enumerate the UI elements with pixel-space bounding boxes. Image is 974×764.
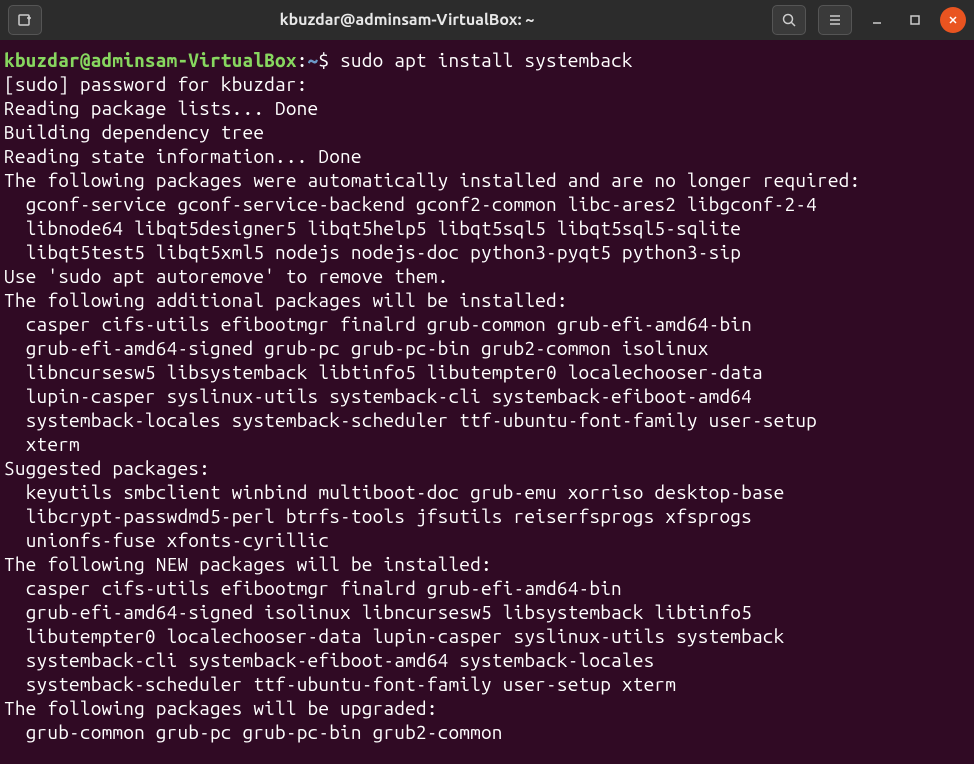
titlebar-left bbox=[8, 5, 42, 35]
window-title: kbuzdar@adminsam-VirtualBox: ~ bbox=[50, 11, 764, 29]
output-line: systemback-cli systemback-efiboot-amd64 … bbox=[4, 649, 654, 671]
minimize-button[interactable] bbox=[864, 7, 890, 33]
output-line: The following packages were automaticall… bbox=[4, 169, 860, 191]
prompt-user-host: kbuzdar@adminsam-VirtualBox bbox=[4, 49, 297, 71]
output-line: libnode64 libqt5designer5 libqt5help5 li… bbox=[4, 217, 741, 239]
output-line: libutempter0 localechooser-data lupin-ca… bbox=[4, 625, 785, 647]
new-tab-button[interactable] bbox=[8, 5, 42, 35]
maximize-button[interactable] bbox=[902, 7, 928, 33]
output-line: Building dependency tree bbox=[4, 121, 264, 143]
command-text: sudo apt install systemback bbox=[340, 49, 633, 71]
menu-button[interactable] bbox=[818, 5, 852, 35]
prompt-symbol: $ bbox=[318, 49, 329, 71]
output-line: The following packages will be upgraded: bbox=[4, 697, 438, 719]
output-line: libqt5test5 libqt5xml5 nodejs nodejs-doc… bbox=[4, 241, 741, 263]
output-line: libcrypt-passwdmd5-perl btrfs-tools jfsu… bbox=[4, 505, 752, 527]
output-line: Use 'sudo apt autoremove' to remove them… bbox=[4, 265, 448, 287]
search-button[interactable] bbox=[772, 5, 806, 35]
output-line: keyutils smbclient winbind multiboot-doc… bbox=[4, 481, 785, 503]
output-line: xterm bbox=[4, 433, 80, 455]
output-line: grub-common grub-pc grub-pc-bin grub2-co… bbox=[4, 721, 503, 743]
prompt-path: ~ bbox=[308, 49, 319, 71]
hamburger-icon bbox=[827, 12, 843, 28]
output-line: lupin-casper syslinux-utils systemback-c… bbox=[4, 385, 752, 407]
output-line: The following additional packages will b… bbox=[4, 289, 568, 311]
output-line: grub-efi-amd64-signed grub-pc grub-pc-bi… bbox=[4, 337, 709, 359]
output-line: Reading package lists... Done bbox=[4, 97, 318, 119]
minimize-icon bbox=[870, 13, 884, 27]
new-tab-icon bbox=[17, 12, 33, 28]
output-line: libncursesw5 libsystemback libtinfo5 lib… bbox=[4, 361, 763, 383]
close-button[interactable] bbox=[940, 7, 966, 33]
titlebar-right bbox=[772, 5, 966, 35]
output-line: unionfs-fuse xfonts-cyrillic bbox=[4, 529, 329, 551]
output-line: grub-efi-amd64-signed isolinux libncurse… bbox=[4, 601, 752, 623]
output-line: casper cifs-utils efibootmgr finalrd gru… bbox=[4, 577, 622, 599]
prompt-colon: : bbox=[297, 49, 308, 71]
close-icon bbox=[946, 13, 960, 27]
output-line: systemback-locales systemback-scheduler … bbox=[4, 409, 817, 431]
output-line: Reading state information... Done bbox=[4, 145, 362, 167]
output-line: gconf-service gconf-service-backend gcon… bbox=[4, 193, 817, 215]
output-line: Suggested packages: bbox=[4, 457, 210, 479]
output-line: casper cifs-utils efibootmgr finalrd gru… bbox=[4, 313, 752, 335]
maximize-icon bbox=[908, 13, 922, 27]
terminal-content[interactable]: kbuzdar@adminsam-VirtualBox:~$ sudo apt … bbox=[0, 40, 974, 752]
titlebar: kbuzdar@adminsam-VirtualBox: ~ bbox=[0, 0, 974, 40]
output-line: The following NEW packages will be insta… bbox=[4, 553, 492, 575]
output-line: [sudo] password for kbuzdar: bbox=[4, 73, 308, 95]
output-line: systemback-scheduler ttf-ubuntu-font-fam… bbox=[4, 673, 676, 695]
search-icon bbox=[781, 12, 797, 28]
